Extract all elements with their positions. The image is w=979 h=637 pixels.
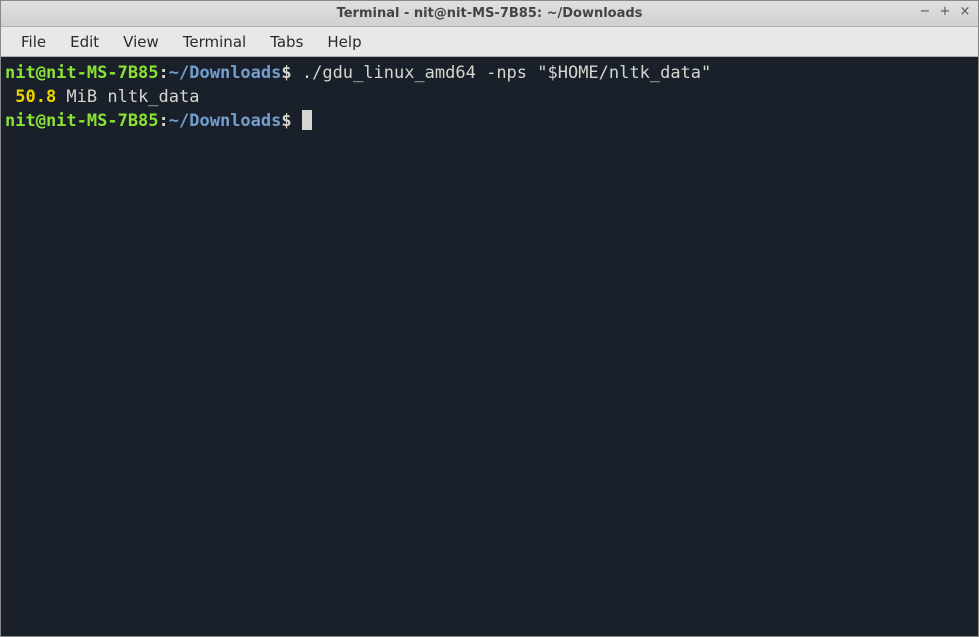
menu-edit[interactable]: Edit: [58, 29, 111, 55]
maximize-button[interactable]: +: [938, 4, 952, 18]
window-controls: − + ×: [918, 4, 972, 18]
prompt-dollar: $: [281, 63, 291, 83]
minimize-button[interactable]: −: [918, 4, 932, 18]
prompt-colon: :: [159, 63, 169, 83]
cursor-icon: [302, 110, 312, 130]
output-text: MiB nltk_data: [56, 87, 199, 107]
terminal-content[interactable]: nit@nit-MS-7B85:~/Downloads$ ./gdu_linux…: [1, 57, 978, 636]
prompt-colon: :: [159, 111, 169, 131]
prompt-user-host: nit@nit-MS-7B85: [5, 63, 159, 83]
menu-file[interactable]: File: [9, 29, 58, 55]
terminal-line-3: nit@nit-MS-7B85:~/Downloads$: [5, 109, 974, 133]
prompt-dollar: $: [281, 111, 291, 131]
menu-help[interactable]: Help: [315, 29, 373, 55]
prompt-user-host: nit@nit-MS-7B85: [5, 111, 159, 131]
menu-view[interactable]: View: [111, 29, 171, 55]
terminal-line-2: 50.8 MiB nltk_data: [5, 85, 974, 109]
terminal-window: Terminal - nit@nit-MS-7B85: ~/Downloads …: [0, 0, 979, 637]
menu-tabs[interactable]: Tabs: [258, 29, 315, 55]
menubar: File Edit View Terminal Tabs Help: [1, 27, 978, 57]
output-size: 50.8: [5, 87, 56, 107]
prompt-path: ~/Downloads: [169, 63, 282, 83]
command-text: ./gdu_linux_amd64 -nps "$HOME/nltk_data": [292, 63, 712, 83]
menu-terminal[interactable]: Terminal: [171, 29, 258, 55]
window-title: Terminal - nit@nit-MS-7B85: ~/Downloads: [337, 6, 643, 21]
titlebar[interactable]: Terminal - nit@nit-MS-7B85: ~/Downloads …: [1, 1, 978, 27]
prompt-path: ~/Downloads: [169, 111, 282, 131]
prompt-after: [292, 111, 302, 131]
terminal-line-1: nit@nit-MS-7B85:~/Downloads$ ./gdu_linux…: [5, 61, 974, 85]
close-button[interactable]: ×: [958, 4, 972, 18]
